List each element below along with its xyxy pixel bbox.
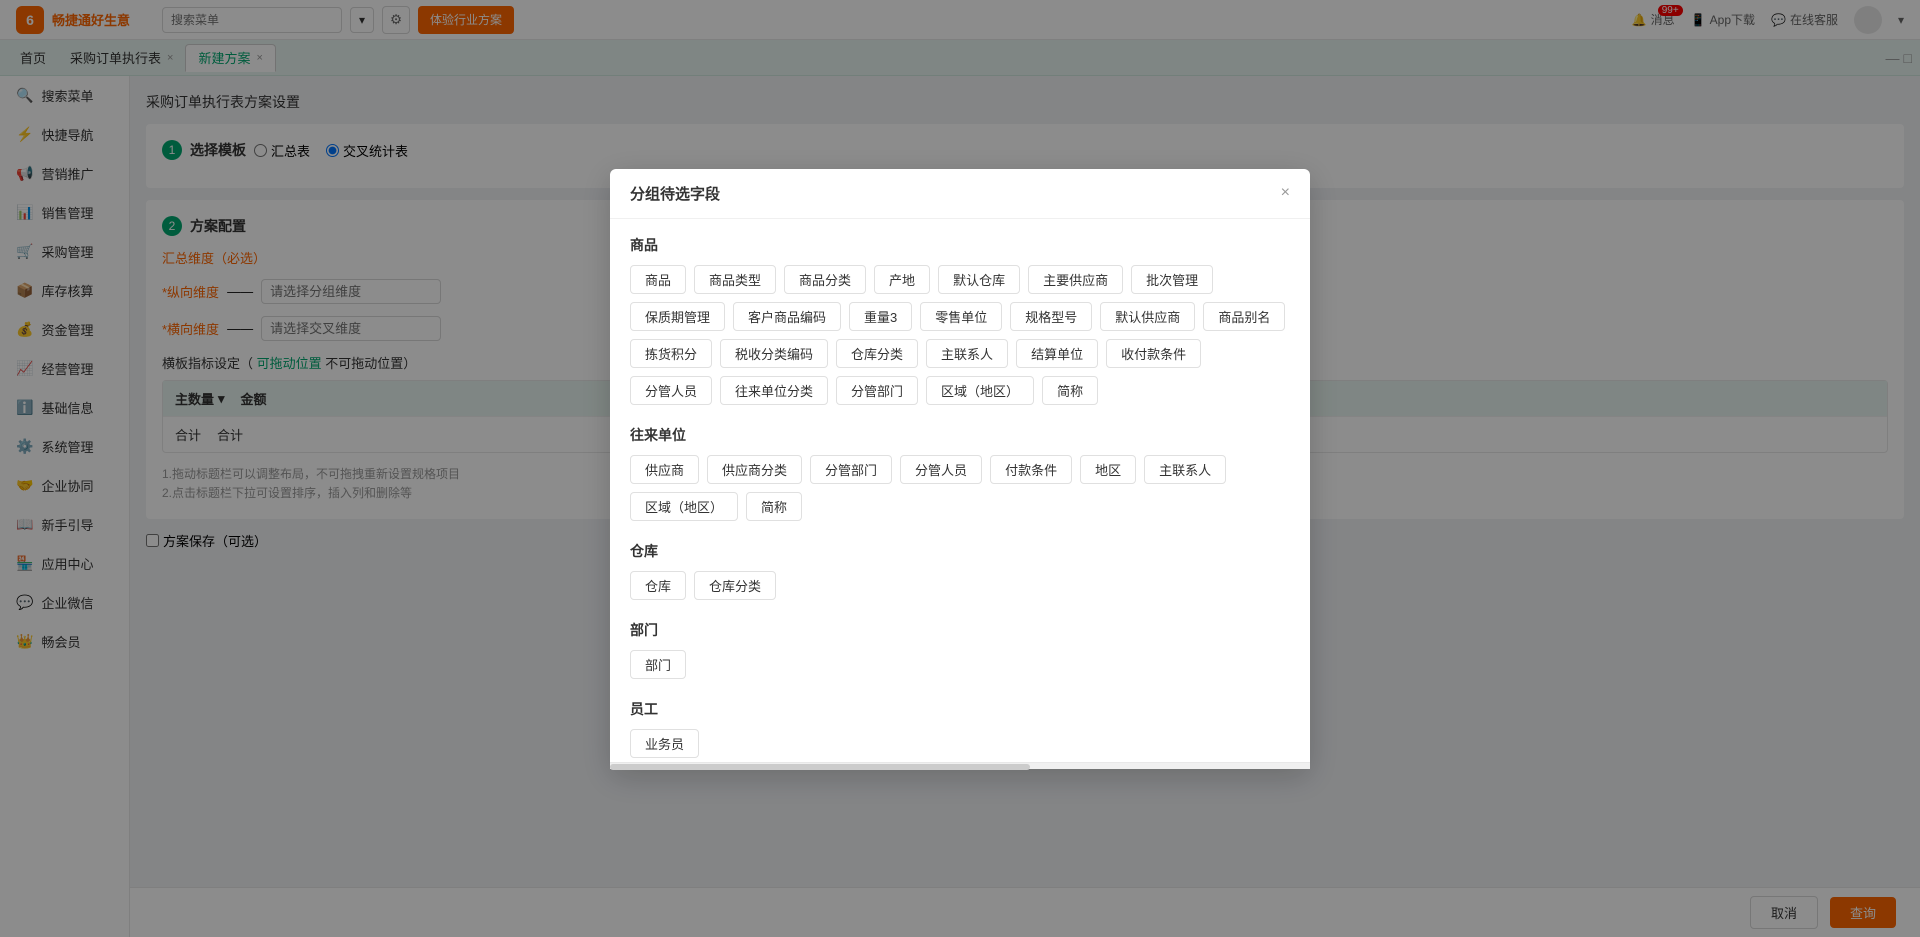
modal-scrollbar-x-thumb (610, 764, 1030, 770)
field-retail-unit[interactable]: 零售单位 (920, 302, 1002, 331)
field-spec-model[interactable]: 规格型号 (1010, 302, 1092, 331)
field-warehouse[interactable]: 仓库 (630, 571, 686, 600)
category-partners-grid: 供应商 供应商分类 分管部门 分管人员 付款条件 地区 主联系人 区域（地区） … (630, 455, 1290, 521)
category-partners-title: 往来单位 (630, 425, 1290, 445)
category-dept-title: 部门 (630, 620, 1290, 640)
field-partner-dept[interactable]: 分管部门 (810, 455, 892, 484)
modal-title: 分组待选字段 (630, 183, 720, 204)
field-dept[interactable]: 分管部门 (836, 376, 918, 405)
field-customer-code[interactable]: 客户商品编码 (733, 302, 841, 331)
field-partner-category[interactable]: 往来单位分类 (720, 376, 828, 405)
field-batch-mgmt[interactable]: 批次管理 (1131, 265, 1213, 294)
field-region[interactable]: 区域（地区） (926, 376, 1034, 405)
field-warehouse-category[interactable]: 仓库分类 (836, 339, 918, 368)
field-partner-contact[interactable]: 主联系人 (1144, 455, 1226, 484)
category-dept: 部门 部门 (630, 620, 1290, 679)
category-employee: 员工 业务员 (630, 699, 1290, 758)
field-shelf-life[interactable]: 保质期管理 (630, 302, 725, 331)
field-goods[interactable]: 商品 (630, 265, 686, 294)
category-employee-title: 员工 (630, 699, 1290, 719)
category-goods-grid: 商品 商品类型 商品分类 产地 默认仓库 主要供应商 批次管理 保质期管理 客户… (630, 265, 1290, 405)
field-pick-score[interactable]: 拣货积分 (630, 339, 712, 368)
field-manager[interactable]: 分管人员 (630, 376, 712, 405)
field-settlement-unit[interactable]: 结算单位 (1016, 339, 1098, 368)
field-default-warehouse[interactable]: 默认仓库 (938, 265, 1020, 294)
modal-close-button[interactable]: × (1281, 184, 1290, 202)
field-payment-condition[interactable]: 付款条件 (990, 455, 1072, 484)
field-goods-type[interactable]: 商品类型 (694, 265, 776, 294)
field-salesperson[interactable]: 业务员 (630, 729, 699, 758)
field-goods-category[interactable]: 商品分类 (784, 265, 866, 294)
modal-overlay[interactable]: 分组待选字段 × 商品 商品 商品类型 商品分类 产地 默认仓库 主要供应商 批… (0, 0, 1920, 937)
modal-scrollbar-x[interactable] (610, 762, 1310, 768)
field-main-supplier[interactable]: 主要供应商 (1028, 265, 1123, 294)
category-warehouse-title: 仓库 (630, 541, 1290, 561)
field-partner-short-name[interactable]: 简称 (746, 492, 802, 521)
field-partner-manager[interactable]: 分管人员 (900, 455, 982, 484)
modal-header: 分组待选字段 × (610, 169, 1310, 219)
field-origin[interactable]: 产地 (874, 265, 930, 294)
field-supplier-category[interactable]: 供应商分类 (707, 455, 802, 484)
field-short-name[interactable]: 简称 (1042, 376, 1098, 405)
category-partners: 往来单位 供应商 供应商分类 分管部门 分管人员 付款条件 地区 主联系人 区域… (630, 425, 1290, 521)
category-warehouse: 仓库 仓库 仓库分类 (630, 541, 1290, 600)
field-goods-alias[interactable]: 商品别名 (1203, 302, 1285, 331)
category-goods-title: 商品 (630, 235, 1290, 255)
field-tax-code[interactable]: 税收分类编码 (720, 339, 828, 368)
category-goods: 商品 商品 商品类型 商品分类 产地 默认仓库 主要供应商 批次管理 保质期管理… (630, 235, 1290, 405)
field-department[interactable]: 部门 (630, 650, 686, 679)
field-default-supplier[interactable]: 默认供应商 (1100, 302, 1195, 331)
category-employee-grid: 业务员 (630, 729, 1290, 758)
field-warehouse-cat[interactable]: 仓库分类 (694, 571, 776, 600)
modal-dialog: 分组待选字段 × 商品 商品 商品类型 商品分类 产地 默认仓库 主要供应商 批… (610, 169, 1310, 769)
field-weight3[interactable]: 重量3 (849, 302, 912, 331)
modal-body: 商品 商品 商品类型 商品分类 产地 默认仓库 主要供应商 批次管理 保质期管理… (610, 219, 1310, 763)
field-main-contact[interactable]: 主联系人 (926, 339, 1008, 368)
field-supplier[interactable]: 供应商 (630, 455, 699, 484)
field-payment-terms[interactable]: 收付款条件 (1106, 339, 1201, 368)
field-partner-region[interactable]: 区域（地区） (630, 492, 738, 521)
field-area[interactable]: 地区 (1080, 455, 1136, 484)
category-dept-grid: 部门 (630, 650, 1290, 679)
category-warehouse-grid: 仓库 仓库分类 (630, 571, 1290, 600)
